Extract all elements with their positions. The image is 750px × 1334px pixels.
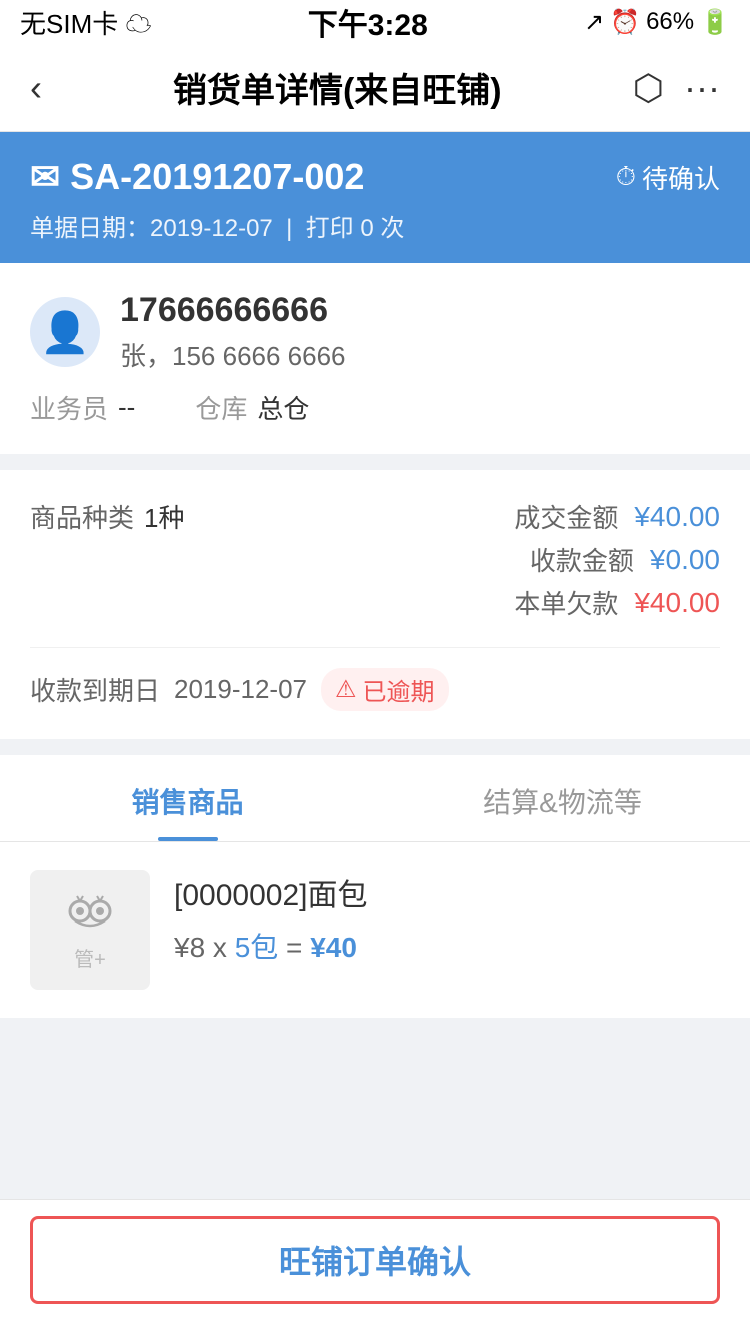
- status-left: 无SIM卡 ☁: [20, 4, 151, 41]
- product-name: [0000002]面包: [174, 870, 720, 914]
- warehouse-meta: 仓库 总仓: [195, 389, 309, 426]
- product-qty: 5包: [235, 932, 279, 963]
- due-date-row: 收款到期日 2019-12-07 ⚠ 已逾期: [30, 668, 720, 711]
- status-time: 下午3:28: [308, 0, 428, 44]
- warehouse-label: 仓库: [195, 389, 247, 426]
- confirm-order-button[interactable]: 旺铺订单确认: [30, 1216, 720, 1304]
- product-types: 商品种类 1种: [30, 498, 184, 535]
- back-button[interactable]: ‹: [30, 67, 42, 109]
- share-button[interactable]: ⬡: [633, 67, 664, 109]
- received-label: 收款金额: [530, 541, 634, 578]
- customer-card: 👤 17666666666 张，156 6666 6666 业务员 -- 仓库 …: [0, 263, 750, 454]
- order-header: ✉ SA-20191207-002 ⏱ 待确认 单据日期：2019-12-07 …: [0, 132, 750, 263]
- salesperson-value: --: [118, 392, 135, 423]
- amount-row-owed: 本单欠款 ¥40.00: [514, 584, 720, 621]
- warehouse-value: 总仓: [257, 389, 309, 426]
- product-card: 管+ [0000002]面包 ¥8 x 5包 = ¥40: [0, 842, 750, 1018]
- battery-text: 66%: [646, 8, 694, 36]
- amount-row-total: 成交金额 ¥40.00: [514, 498, 720, 535]
- status-right: ↗ ⏰ 66% 🔋: [584, 8, 730, 37]
- avatar-icon: 👤: [40, 309, 90, 356]
- product-total: ¥40: [310, 932, 357, 963]
- overdue-icon: ⚠: [335, 675, 357, 704]
- page-title: 销货单详情(来自旺铺): [173, 63, 502, 112]
- no-sim-text: 无SIM卡 ☁: [20, 4, 151, 41]
- product-types-value: 1种: [144, 498, 184, 535]
- product-price: ¥8 x 5包 = ¥40: [174, 926, 720, 966]
- salesperson-meta: 业务员 --: [30, 389, 135, 426]
- status-clock-icon: ⏱: [616, 161, 636, 193]
- received-value: ¥0.00: [650, 544, 720, 576]
- price-text: ¥8 x: [174, 932, 235, 963]
- tabs-container: 销售商品 结算&物流等: [0, 755, 750, 842]
- alarm-icon: ⏰: [610, 8, 640, 37]
- order-id-text: SA-20191207-002: [70, 156, 364, 198]
- divider: [30, 647, 720, 648]
- location-icon: ↗: [584, 8, 604, 37]
- product-types-label: 商品种类: [30, 498, 134, 535]
- product-logo: 管+: [55, 889, 125, 972]
- product-info: [0000002]面包 ¥8 x 5包 = ¥40: [174, 870, 720, 966]
- financials-card: 商品种类 1种 成交金额 ¥40.00 收款金额 ¥0.00 本单欠款 ¥40.…: [0, 470, 750, 739]
- order-status-text: 待确认: [642, 159, 720, 196]
- nav-bar: ‹ 销货单详情(来自旺铺) ⬡ ···: [0, 44, 750, 132]
- owed-label: 本单欠款: [514, 584, 618, 621]
- due-date-label: 收款到期日: [30, 671, 160, 708]
- order-date: 单据日期：2019-12-07 | 打印 0 次: [30, 208, 720, 243]
- tab-products[interactable]: 销售商品: [0, 755, 375, 841]
- overdue-badge: ⚠ 已逾期: [321, 668, 449, 711]
- battery-icon: 🔋: [700, 8, 730, 37]
- owed-value: ¥40.00: [634, 587, 720, 619]
- customer-name: 张，156 6666 6666: [120, 336, 346, 373]
- tab-settlement[interactable]: 结算&物流等: [375, 755, 750, 841]
- avatar: 👤: [30, 297, 100, 367]
- amount-value: ¥40.00: [634, 501, 720, 533]
- due-date-value: 2019-12-07: [174, 674, 307, 705]
- amounts-col: 成交金额 ¥40.00 收款金额 ¥0.00 本单欠款 ¥40.00: [514, 498, 720, 627]
- customer-phone: 17666666666: [120, 291, 346, 330]
- more-button[interactable]: ···: [684, 67, 720, 109]
- amount-row-received: 收款金额 ¥0.00: [514, 541, 720, 578]
- product-thumbnail: 管+: [30, 870, 150, 990]
- order-icon: ✉: [30, 156, 60, 198]
- overdue-text: 已逾期: [363, 672, 435, 707]
- salesperson-label: 业务员: [30, 389, 108, 426]
- amount-label: 成交金额: [514, 498, 618, 535]
- status-bar: 无SIM卡 ☁ 下午3:28 ↗ ⏰ 66% 🔋: [0, 0, 750, 44]
- confirm-btn-container: 旺铺订单确认: [0, 1199, 750, 1334]
- price-separator: =: [278, 932, 310, 963]
